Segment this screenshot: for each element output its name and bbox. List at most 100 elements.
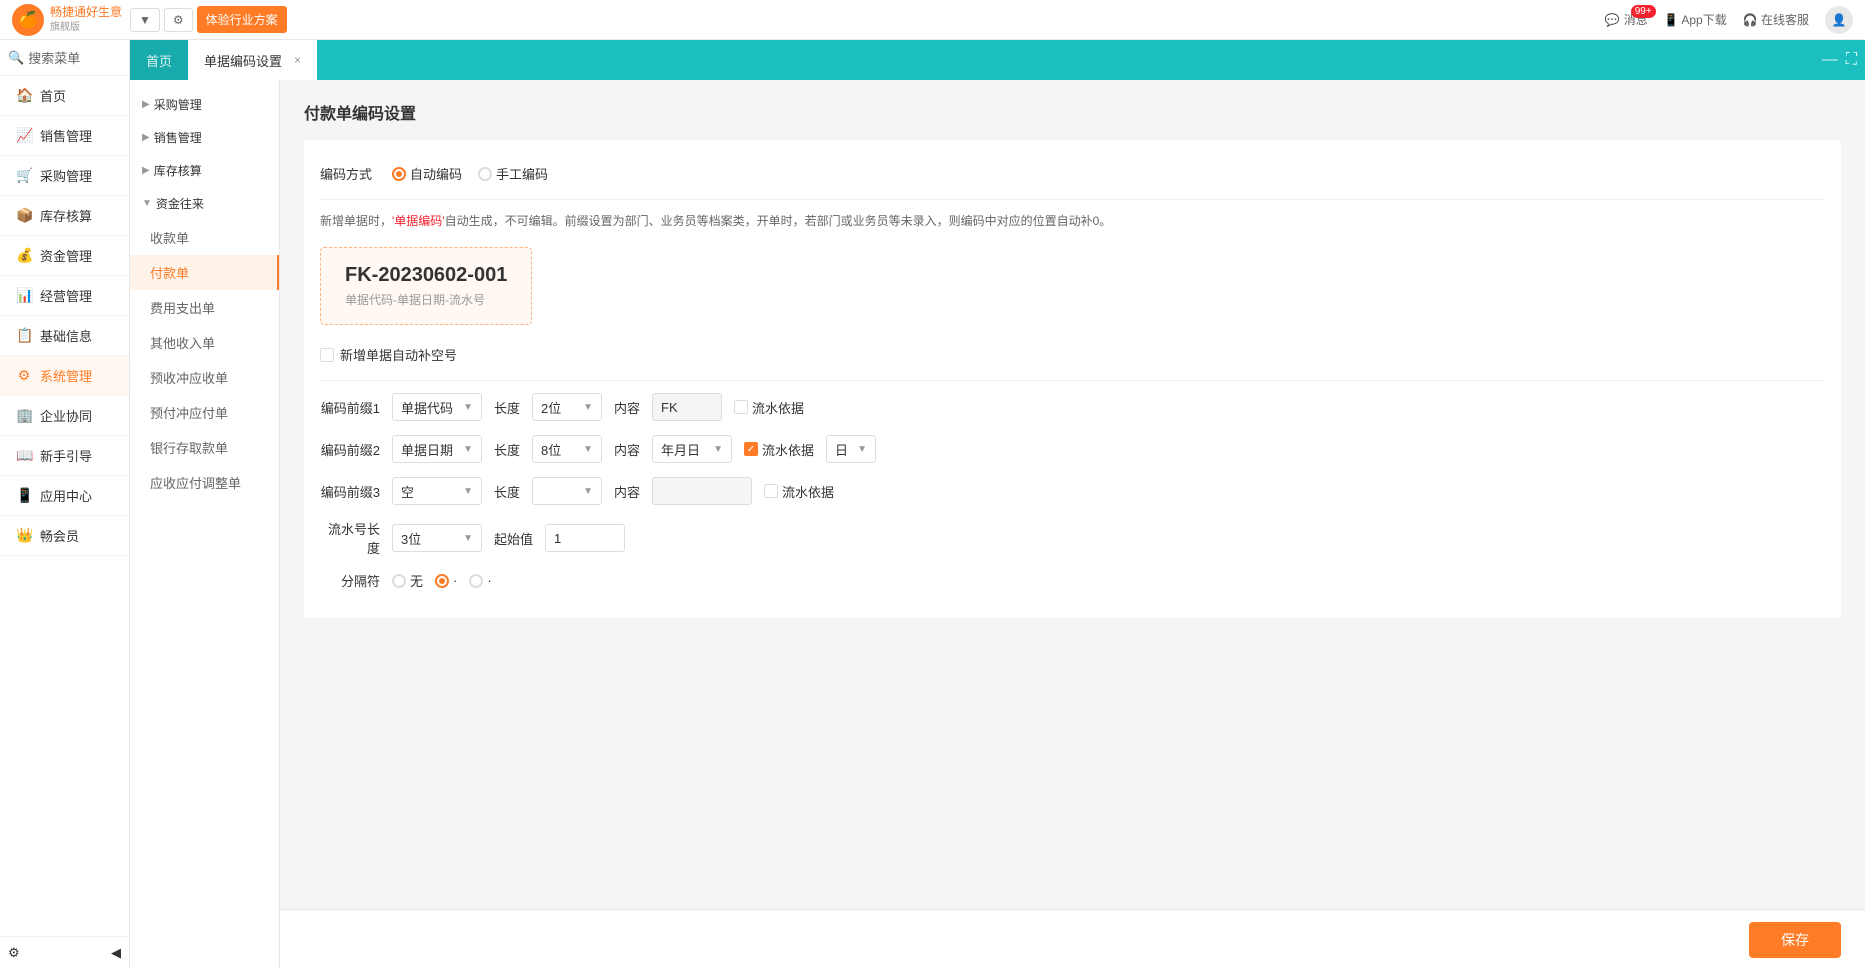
start-value-input[interactable]: 1	[545, 524, 625, 552]
arrow-right-icon: ▶	[142, 99, 150, 110]
messages-btn[interactable]: 💬 消息 99+	[1605, 11, 1648, 28]
submenu-header-purchase[interactable]: ▶ 采购管理	[130, 88, 279, 121]
submenu-item-other-income[interactable]: 其他收入单	[130, 325, 279, 360]
separator-dot2[interactable]: ·	[469, 573, 491, 588]
submenu-item-bank[interactable]: 银行存取款单	[130, 430, 279, 465]
sidebar-item-enterprise[interactable]: 🏢 企业协同	[0, 396, 129, 436]
length2-arrow: ▼	[583, 444, 593, 455]
manual-code-label: 手工编码	[496, 164, 548, 183]
new-order-checkbox[interactable]	[320, 348, 334, 362]
main-content: 付款单编码设置 编码方式 自动编码	[280, 80, 1865, 909]
length1-select[interactable]: 2位 ▼	[532, 393, 602, 421]
start-value: 1	[554, 531, 561, 546]
sidebar-search-label: 搜索菜单	[28, 48, 80, 67]
submenu-header-sales[interactable]: ▶ 销售管理	[130, 121, 279, 154]
sidebar-settings-icon[interactable]: ⚙	[8, 945, 20, 961]
dropdown-btn[interactable]: ▼	[130, 8, 160, 32]
content2-label: 内容	[614, 440, 640, 459]
separator-none-label: 无	[410, 571, 423, 590]
sidebar-item-basic-info[interactable]: 📋 基础信息	[0, 316, 129, 356]
sidebar-item-member[interactable]: 👑 畅会员	[0, 516, 129, 556]
inventory-icon: 📦	[16, 207, 32, 224]
submenu-item-payment[interactable]: 付款单	[130, 255, 279, 290]
online-service-btn[interactable]: 🎧 在线客服	[1743, 11, 1809, 28]
minimize-btn[interactable]: —	[1822, 51, 1838, 69]
separator-dot2-label: ·	[487, 573, 491, 588]
separator-none[interactable]: 无	[392, 571, 423, 590]
fullscreen-btn[interactable]: ⛶	[1846, 51, 1857, 69]
prefix-row-3: 编码前缀3 空 ▼ 长度 ▼ 内容	[320, 477, 1825, 505]
submenu-item-adjustment[interactable]: 应收应付调整单	[130, 465, 279, 500]
sidebar-item-system[interactable]: ⚙ 系统管理	[0, 356, 129, 396]
serial-length-label: 流水号长度	[320, 519, 380, 557]
submenu-header-inventory[interactable]: ▶ 库存核算	[130, 154, 279, 187]
serial2-checkbox[interactable]: ✓ 流水依据	[744, 440, 814, 459]
prefix3-arrow: ▼	[463, 486, 473, 497]
app-download-btn[interactable]: 📱 App下载	[1664, 11, 1727, 28]
bottom-bar: 保存	[280, 909, 1865, 969]
auto-code-radio[interactable]: 自动编码	[392, 164, 462, 183]
tab-bar-actions: — ⛶	[1822, 51, 1865, 69]
separator-dot[interactable]: ·	[435, 573, 457, 588]
save-button[interactable]: 保存	[1749, 922, 1841, 958]
content2-value: 年月日	[661, 440, 700, 459]
sub-layout: ▶ 采购管理 ▶ 销售管理 ▶ 库存核算	[130, 80, 1865, 969]
tab-active[interactable]: 单据编码设置 ×	[188, 40, 317, 80]
submenu-label-sales: 销售管理	[154, 129, 202, 146]
serial1-checkbox[interactable]: 流水依据	[734, 398, 804, 417]
new-order-checkbox-row[interactable]: 新增单据自动补空号	[320, 345, 1825, 364]
sidebar-label-guide: 新手引导	[40, 446, 92, 465]
sidebar-collapse-icon[interactable]: ◀	[111, 945, 121, 961]
content-wrapper: 首页 单据编码设置 × — ⛶ ▶ 采购管理	[130, 40, 1865, 969]
sidebar-item-inventory[interactable]: 📦 库存核算	[0, 196, 129, 236]
day-select[interactable]: 日 ▼	[826, 435, 876, 463]
sidebar-item-operations[interactable]: 📊 经营管理	[0, 276, 129, 316]
code-preview-desc: 单据代码-单据日期-流水号	[345, 291, 507, 308]
serial-length-select[interactable]: 3位 ▼	[392, 524, 482, 552]
sidebar-item-apps[interactable]: 📱 应用中心	[0, 476, 129, 516]
sidebar-item-home[interactable]: 🏠 首页	[0, 76, 129, 116]
operations-icon: 📊	[16, 287, 32, 304]
sub-sidebar: ▶ 采购管理 ▶ 销售管理 ▶ 库存核算	[130, 80, 280, 969]
submenu-group-purchase: ▶ 采购管理	[130, 88, 279, 121]
serial2-box[interactable]: ✓	[744, 442, 758, 456]
submenu-item-pre-receivable[interactable]: 预收冲应收单	[130, 360, 279, 395]
submenu-item-receipt[interactable]: 收款单	[130, 220, 279, 255]
prefix1-select[interactable]: 单据代码 ▼	[392, 393, 482, 421]
content2-select[interactable]: 年月日 ▼	[652, 435, 732, 463]
serial2-label: 流水依据	[762, 440, 814, 459]
user-avatar[interactable]: 👤	[1825, 6, 1853, 34]
auto-code-dot	[392, 167, 406, 181]
auto-code-label: 自动编码	[410, 164, 462, 183]
tab-home[interactable]: 首页	[130, 40, 188, 80]
sidebar-search[interactable]: 🔍 搜索菜单	[0, 40, 129, 76]
separator-dot2-radio	[469, 574, 483, 588]
trial-btn[interactable]: 体验行业方案	[197, 6, 287, 33]
length2-select[interactable]: 8位 ▼	[532, 435, 602, 463]
sidebar-item-guide[interactable]: 📖 新手引导	[0, 436, 129, 476]
manual-code-radio[interactable]: 手工编码	[478, 164, 548, 183]
sidebar-item-finance[interactable]: 💰 资金管理	[0, 236, 129, 276]
finance-icon: 💰	[16, 247, 32, 264]
submenu-item-pre-payable[interactable]: 预付冲应付单	[130, 395, 279, 430]
serial1-box[interactable]	[734, 400, 748, 414]
sidebar-item-sales[interactable]: 📈 销售管理	[0, 116, 129, 156]
radio-group: 自动编码 手工编码	[392, 164, 548, 183]
submenu-label-capital: 资金往来	[156, 195, 204, 212]
sidebar-item-purchase[interactable]: 🛒 采购管理	[0, 156, 129, 196]
sidebar-label-basic-info: 基础信息	[40, 326, 92, 345]
tab-close-icon[interactable]: ×	[294, 53, 301, 67]
content1-input: FK	[652, 393, 722, 421]
serial3-checkbox[interactable]: 流水依据	[764, 482, 834, 501]
submenu-item-expense[interactable]: 费用支出单	[130, 290, 279, 325]
length2-value: 8位	[541, 440, 561, 459]
submenu-group-inventory: ▶ 库存核算	[130, 154, 279, 187]
tab-home-label: 首页	[146, 51, 172, 70]
serial3-box[interactable]	[764, 484, 778, 498]
settings-btn[interactable]: ⚙	[164, 8, 193, 32]
prefix2-select[interactable]: 单据日期 ▼	[392, 435, 482, 463]
length2-label: 长度	[494, 440, 520, 459]
prefix3-select[interactable]: 空 ▼	[392, 477, 482, 505]
submenu-header-capital[interactable]: ▼ 资金往来	[130, 187, 279, 220]
length3-select[interactable]: ▼	[532, 477, 602, 505]
